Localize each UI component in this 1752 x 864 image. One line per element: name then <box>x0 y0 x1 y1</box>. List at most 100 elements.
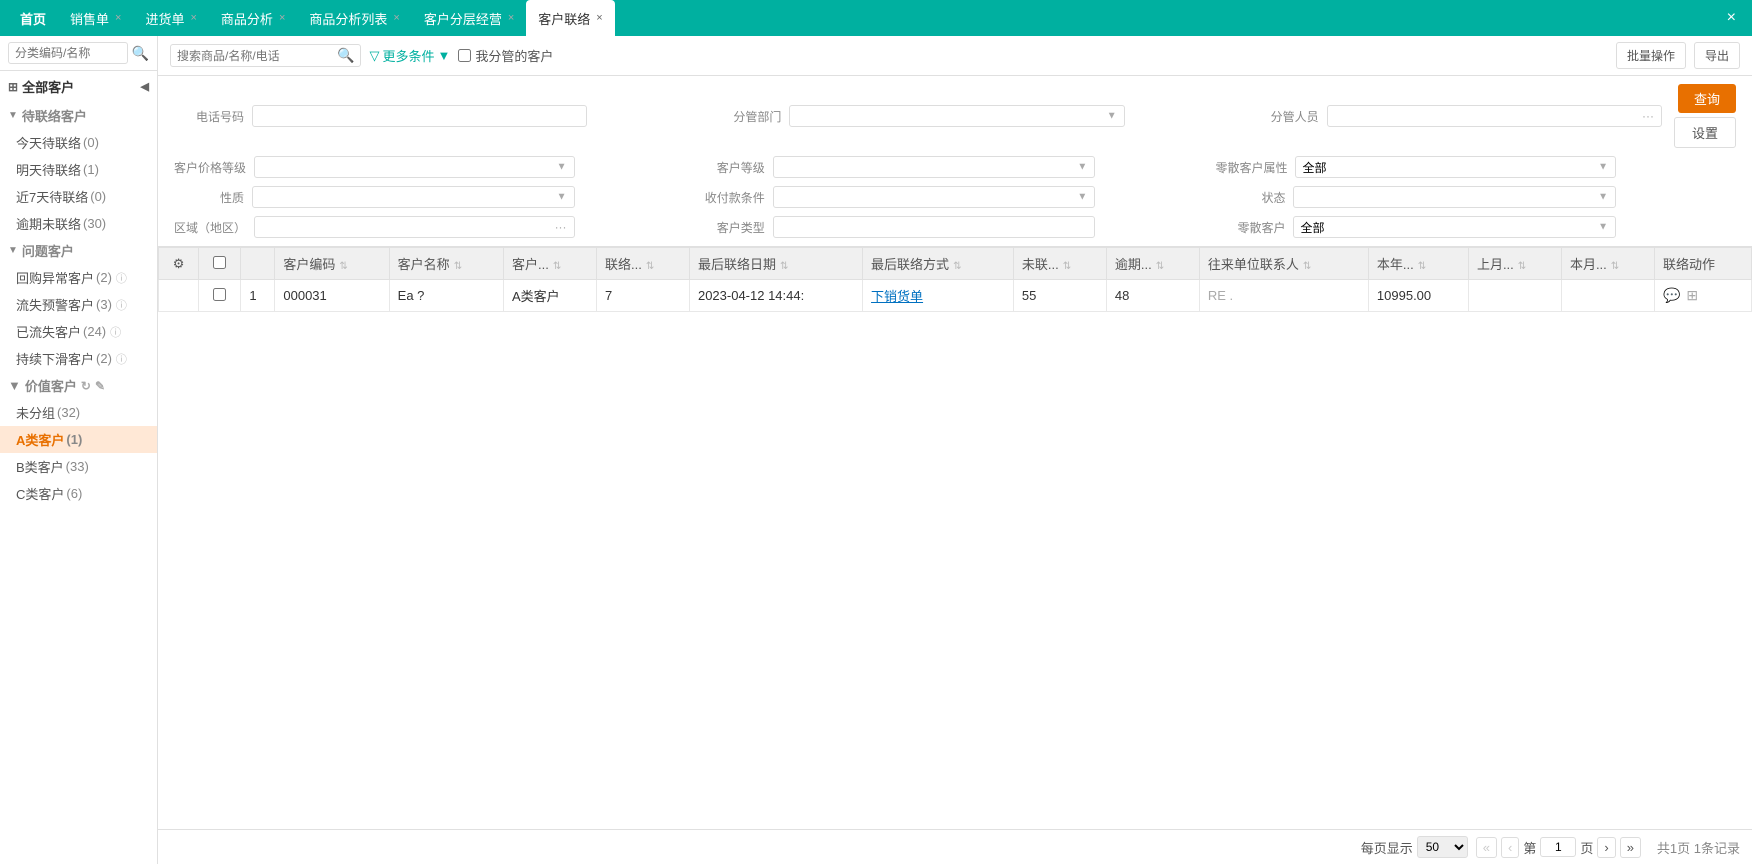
sidebar-item-declining[interactable]: 持续下滑客户(2) ⓘ <box>0 345 157 372</box>
filter-manager-input[interactable] <box>1327 105 1662 127</box>
nav-item-customer-segment[interactable]: 客户分层经营 × <box>412 0 526 36</box>
row-checkbox[interactable] <box>213 288 226 301</box>
th-uncontacted[interactable]: 未联...⇅ <box>1013 248 1106 280</box>
close-sales-tab[interactable]: × <box>115 12 121 24</box>
sidebar-item-unclassified[interactable]: 未分组(32) <box>0 399 157 426</box>
grid-icon: ⊞ <box>8 80 18 94</box>
sidebar-search-icon[interactable]: 🔍 <box>132 45 149 62</box>
sidebar-item-tomorrow-pending[interactable]: 明天待联络(1) <box>0 156 157 183</box>
th-this-year[interactable]: 本年...⇅ <box>1368 248 1468 280</box>
th-last-contact-method[interactable]: 最后联络方式⇅ <box>863 248 1014 280</box>
page-nav: « ‹ 第 页 › » <box>1476 837 1641 858</box>
horizontal-scrollbar[interactable] <box>158 817 1752 829</box>
th-contact[interactable]: 联络...⇅ <box>596 248 689 280</box>
sidebar-item-b-class[interactable]: B类客户(33) <box>0 453 157 480</box>
filter-department-input[interactable] <box>789 105 1124 127</box>
sidebar-search-input[interactable] <box>8 42 128 64</box>
th-last-month[interactable]: 上月...⇅ <box>1468 248 1561 280</box>
filter-phone-input[interactable] <box>252 105 587 127</box>
close-customer-contact-tab[interactable]: × <box>596 12 602 24</box>
sidebar-item-today-pending[interactable]: 今天待联络(0) <box>0 129 157 156</box>
filter-manager: 分管人员 ··· <box>1249 105 1662 127</box>
th-checkbox[interactable] <box>199 248 241 280</box>
row-this-year: 10995.00 <box>1368 280 1468 312</box>
sidebar-search-wrap: 🔍 <box>0 36 157 71</box>
sidebar-item-repurchase-abnormal[interactable]: 回购异常客户(2) ⓘ <box>0 264 157 291</box>
row-gear <box>159 280 199 312</box>
filter-retail-input[interactable] <box>1293 216 1616 238</box>
setting-button[interactable]: 设置 <box>1674 117 1736 148</box>
row-uncontacted: 55 <box>1013 280 1106 312</box>
th-name[interactable]: 客户名称⇅ <box>389 248 503 280</box>
window-close-button[interactable]: × <box>1719 9 1744 27</box>
filter-retail-label: 零散客户 <box>1215 219 1285 236</box>
th-last-contact-date[interactable]: 最后联络日期⇅ <box>689 248 862 280</box>
th-this-month[interactable]: 本月...⇅ <box>1561 248 1654 280</box>
chat-action-icon[interactable]: 💬 <box>1663 287 1680 304</box>
nav-item-customer-contact[interactable]: 客户联络 × <box>526 0 614 36</box>
filter-more-btn[interactable]: ▽ 更多条件 ▼ <box>369 46 450 65</box>
row-checkbox-cell[interactable] <box>199 280 241 312</box>
filter-row-1: 电话号码 分管部门 ▼ 分管人员 ··· <box>174 84 1736 148</box>
table-body: 1 000031 Ea ? A类客户 7 2023-04-12 14:44: 下… <box>159 280 1752 312</box>
info-icon-3: ⓘ <box>110 324 121 340</box>
refresh-icon[interactable]: ↻ <box>81 379 91 393</box>
filter-customer-type-input[interactable] <box>773 216 1096 238</box>
filter-row-2: 客户价格等级 ▼ 客户等级 ▼ 零散客户属性 <box>174 156 1736 178</box>
close-product-analysis-list-tab[interactable]: × <box>393 12 399 24</box>
row-code: 000031 <box>275 280 389 312</box>
row-last-contact-method[interactable]: 下销货单 <box>863 280 1014 312</box>
filter-status-input[interactable] <box>1293 186 1616 208</box>
filter-price-level-input[interactable] <box>254 156 575 178</box>
filter-region-input[interactable] <box>254 216 575 238</box>
sidebar-item-7days-pending[interactable]: 近7天待联络(0) <box>0 183 157 210</box>
row-last-contact-date: 2023-04-12 14:44: <box>689 280 862 312</box>
filter-status: 状态 ▼ <box>1215 186 1616 208</box>
filter-payment-terms-input[interactable] <box>773 186 1096 208</box>
sidebar-item-c-class[interactable]: C类客户(6) <box>0 480 157 507</box>
nav-item-sales[interactable]: 销售单 × <box>58 0 133 36</box>
filter-search-icon[interactable]: 🔍 <box>337 47 354 64</box>
nav-item-product-analysis-list[interactable]: 商品分析列表 × <box>297 0 411 36</box>
filter-nature-label: 性质 <box>174 189 244 206</box>
sidebar-item-a-class[interactable]: A类客户(1) <box>0 426 157 453</box>
table-row: 1 000031 Ea ? A类客户 7 2023-04-12 14:44: 下… <box>159 280 1752 312</box>
contact-method-link[interactable]: 下销货单 <box>871 289 923 304</box>
select-all-checkbox[interactable] <box>213 256 226 269</box>
close-product-analysis-tab[interactable]: × <box>279 12 285 24</box>
close-customer-segment-tab[interactable]: × <box>508 12 514 24</box>
filter-nature-input[interactable] <box>252 186 575 208</box>
th-code[interactable]: 客户编码⇅ <box>275 248 389 280</box>
export-button[interactable]: 导出 <box>1694 42 1740 69</box>
my-customer-checkbox-wrap[interactable]: 我分管的客户 <box>458 46 553 65</box>
my-customer-checkbox[interactable] <box>458 49 471 62</box>
page-size-select[interactable]: 50 10 20 100 <box>1417 836 1468 858</box>
first-page-button[interactable]: « <box>1476 837 1497 858</box>
sidebar-item-churn-warning[interactable]: 流失预警客户(3) ⓘ <box>0 291 157 318</box>
filter-customer-level-input[interactable] <box>773 156 1096 178</box>
filter-customer-level-label: 客户等级 <box>695 159 765 176</box>
row-overdue: 48 <box>1106 280 1199 312</box>
sidebar-all-customers[interactable]: ⊞ 全部客户 ◀ <box>0 71 157 102</box>
batch-op-button[interactable]: 批量操作 <box>1616 42 1686 69</box>
edit-icon[interactable]: ✎ <box>95 379 105 393</box>
filter-search-input[interactable] <box>177 49 337 63</box>
nav-item-purchase[interactable]: 进货单 × <box>133 0 208 36</box>
th-unit-contact[interactable]: 往来单位联系人⇅ <box>1199 248 1368 280</box>
next-page-button[interactable]: › <box>1597 837 1615 858</box>
nav-item-product-analysis[interactable]: 商品分析 × <box>209 0 297 36</box>
sidebar-item-overdue-pending[interactable]: 逾期未联络(30) <box>0 210 157 237</box>
nav-item-home[interactable]: 首页 <box>8 0 58 36</box>
prev-page-button[interactable]: ‹ <box>1501 837 1519 858</box>
query-button[interactable]: 查询 <box>1678 84 1736 113</box>
page-number-input[interactable] <box>1540 837 1576 857</box>
th-gear[interactable]: ⚙ <box>159 248 199 280</box>
close-purchase-tab[interactable]: × <box>190 12 196 24</box>
th-type[interactable]: 客户...⇅ <box>503 248 596 280</box>
filter-retail-attr-input[interactable] <box>1295 156 1616 178</box>
filter-region-label: 区域（地区） <box>174 219 246 236</box>
sidebar-item-churned[interactable]: 已流失客户(24) ⓘ <box>0 318 157 345</box>
th-overdue[interactable]: 逾期...⇅ <box>1106 248 1199 280</box>
qr-action-icon[interactable]: ⊞ <box>1686 287 1698 304</box>
last-page-button[interactable]: » <box>1620 837 1641 858</box>
